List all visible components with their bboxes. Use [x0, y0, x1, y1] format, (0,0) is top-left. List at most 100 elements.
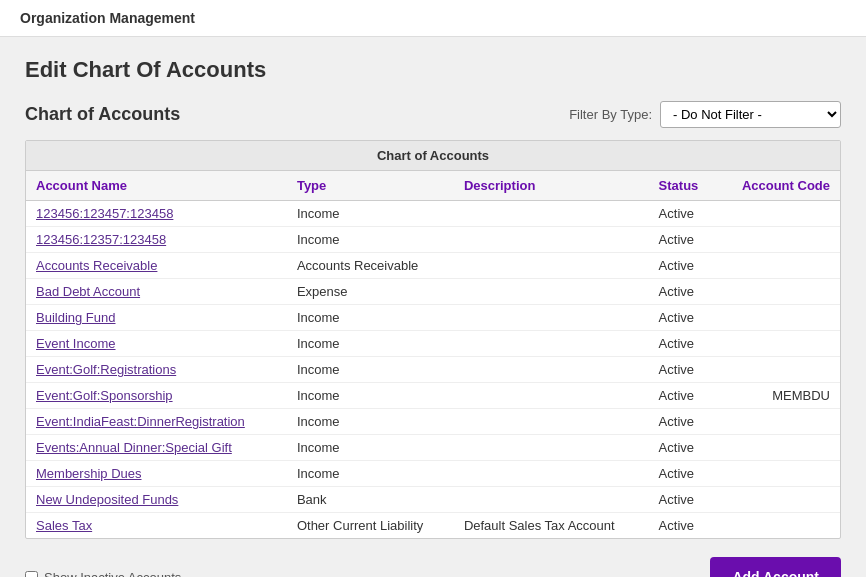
account-type-cell: Accounts Receivable	[287, 253, 454, 279]
account-code-cell	[717, 435, 840, 461]
account-name-cell: Event:Golf:Sponsorship	[26, 383, 287, 409]
account-name-link[interactable]: Event:Golf:Sponsorship	[36, 388, 173, 403]
table-row: Events:Annual Dinner:Special Gift Income A…	[26, 435, 840, 461]
table-row: Event:Golf:Registrations Income Active	[26, 357, 840, 383]
account-type-cell: Income	[287, 201, 454, 227]
table-row: 123456:123457:123458 Income Active	[26, 201, 840, 227]
account-type-cell: Income	[287, 357, 454, 383]
account-description-cell	[454, 201, 649, 227]
account-type-cell: Expense	[287, 279, 454, 305]
account-code-cell	[717, 357, 840, 383]
account-name-cell: Building Fund	[26, 305, 287, 331]
top-bar: Organization Management	[0, 0, 866, 37]
col-account-name[interactable]: Account Name	[26, 171, 287, 201]
account-name-cell: Accounts Receivable	[26, 253, 287, 279]
account-name-cell: Sales Tax	[26, 513, 287, 539]
add-account-button[interactable]: Add Account	[710, 557, 841, 577]
table-row: Bad Debt AccountExpenseActive	[26, 279, 840, 305]
account-name-cell: 123456:12357:123458	[26, 227, 287, 253]
table-row: Event:IndiaFeast:DinnerRegistration Incom…	[26, 409, 840, 435]
account-name-link[interactable]: 123456:123457:123458	[36, 206, 173, 221]
account-name-link[interactable]: Accounts Receivable	[36, 258, 157, 273]
table-row: New Undeposited Funds Bank Active	[26, 487, 840, 513]
account-description-cell	[454, 383, 649, 409]
show-inactive-label[interactable]: Show Inactive Accounts	[25, 570, 181, 578]
table-row: Event IncomeIncomeActive	[26, 331, 840, 357]
account-status-cell: Active	[649, 331, 717, 357]
account-code-cell	[717, 279, 840, 305]
account-code-cell	[717, 305, 840, 331]
account-name-cell: New Undeposited Funds	[26, 487, 287, 513]
accounts-table-container: Chart of Accounts Account Name Type Desc…	[25, 140, 841, 539]
table-header-row: Account Name Type Description Status Acc…	[26, 171, 840, 201]
account-type-cell: Bank	[287, 487, 454, 513]
account-type-cell: Income	[287, 461, 454, 487]
account-name-link[interactable]: Events:Annual Dinner:Special Gift	[36, 440, 232, 455]
account-status-cell: Active	[649, 513, 717, 539]
page-wrapper: Organization Management Edit Chart Of Ac…	[0, 0, 866, 577]
account-name-cell: 123456:123457:123458	[26, 201, 287, 227]
account-name-link[interactable]: Event:IndiaFeast:DinnerRegistration	[36, 414, 245, 429]
section-header: Chart of Accounts Filter By Type: - Do N…	[25, 101, 841, 128]
col-type[interactable]: Type	[287, 171, 454, 201]
account-name-link[interactable]: Event Income	[36, 336, 116, 351]
main-content: Edit Chart Of Accounts Chart of Accounts…	[0, 37, 866, 577]
account-name-cell: Bad Debt Account	[26, 279, 287, 305]
account-type-cell: Income	[287, 383, 454, 409]
account-name-link[interactable]: Membership Dues	[36, 466, 142, 481]
account-code-cell	[717, 227, 840, 253]
filter-type-select[interactable]: - Do Not Filter - Income Expense Bank Ac…	[660, 101, 841, 128]
filter-label: Filter By Type:	[569, 107, 652, 122]
account-code-cell	[717, 513, 840, 539]
account-name-link[interactable]: Bad Debt Account	[36, 284, 140, 299]
account-status-cell: Active	[649, 227, 717, 253]
accounts-table: Account Name Type Description Status Acc…	[26, 171, 840, 538]
filter-area: Filter By Type: - Do Not Filter - Income…	[569, 101, 841, 128]
account-status-cell: Active	[649, 487, 717, 513]
account-description-cell	[454, 409, 649, 435]
account-name-link[interactable]: Building Fund	[36, 310, 116, 325]
col-description[interactable]: Description	[454, 171, 649, 201]
account-type-cell: Income	[287, 435, 454, 461]
account-status-cell: Active	[649, 435, 717, 461]
account-description-cell	[454, 227, 649, 253]
account-description-cell	[454, 487, 649, 513]
account-description-cell	[454, 461, 649, 487]
account-code-cell	[717, 461, 840, 487]
account-name-cell: Event Income	[26, 331, 287, 357]
account-status-cell: Active	[649, 357, 717, 383]
account-name-cell: Membership Dues	[26, 461, 287, 487]
account-code-cell: MEMBDU	[717, 383, 840, 409]
account-name-link[interactable]: 123456:12357:123458	[36, 232, 166, 247]
account-name-link[interactable]: Event:Golf:Registrations	[36, 362, 176, 377]
account-code-cell	[717, 253, 840, 279]
account-name-link[interactable]: Sales Tax	[36, 518, 92, 533]
account-description-cell	[454, 279, 649, 305]
account-description-cell	[454, 435, 649, 461]
account-status-cell: Active	[649, 305, 717, 331]
account-code-cell	[717, 331, 840, 357]
table-row: Event:Golf:SponsorshipIncomeActiveMEMBDU	[26, 383, 840, 409]
col-account-code[interactable]: Account Code	[717, 171, 840, 201]
show-inactive-checkbox[interactable]	[25, 571, 38, 578]
account-type-cell: Income	[287, 305, 454, 331]
account-description-cell: Default Sales Tax Account	[454, 513, 649, 539]
section-title: Chart of Accounts	[25, 104, 180, 125]
account-type-cell: Income	[287, 409, 454, 435]
table-row: Building Fund Income Active	[26, 305, 840, 331]
account-type-cell: Other Current Liability	[287, 513, 454, 539]
account-status-cell: Active	[649, 409, 717, 435]
account-description-cell	[454, 305, 649, 331]
top-bar-title: Organization Management	[20, 10, 195, 26]
footer-row: Show Inactive Accounts Add Account	[25, 553, 841, 577]
account-description-cell	[454, 331, 649, 357]
account-type-cell: Income	[287, 227, 454, 253]
account-status-cell: Active	[649, 201, 717, 227]
table-section-title: Chart of Accounts	[26, 141, 840, 171]
account-description-cell	[454, 357, 649, 383]
account-status-cell: Active	[649, 253, 717, 279]
table-row: Sales Tax Other Current LiabilityDefault …	[26, 513, 840, 539]
account-name-link[interactable]: New Undeposited Funds	[36, 492, 178, 507]
col-status[interactable]: Status	[649, 171, 717, 201]
account-status-cell: Active	[649, 461, 717, 487]
